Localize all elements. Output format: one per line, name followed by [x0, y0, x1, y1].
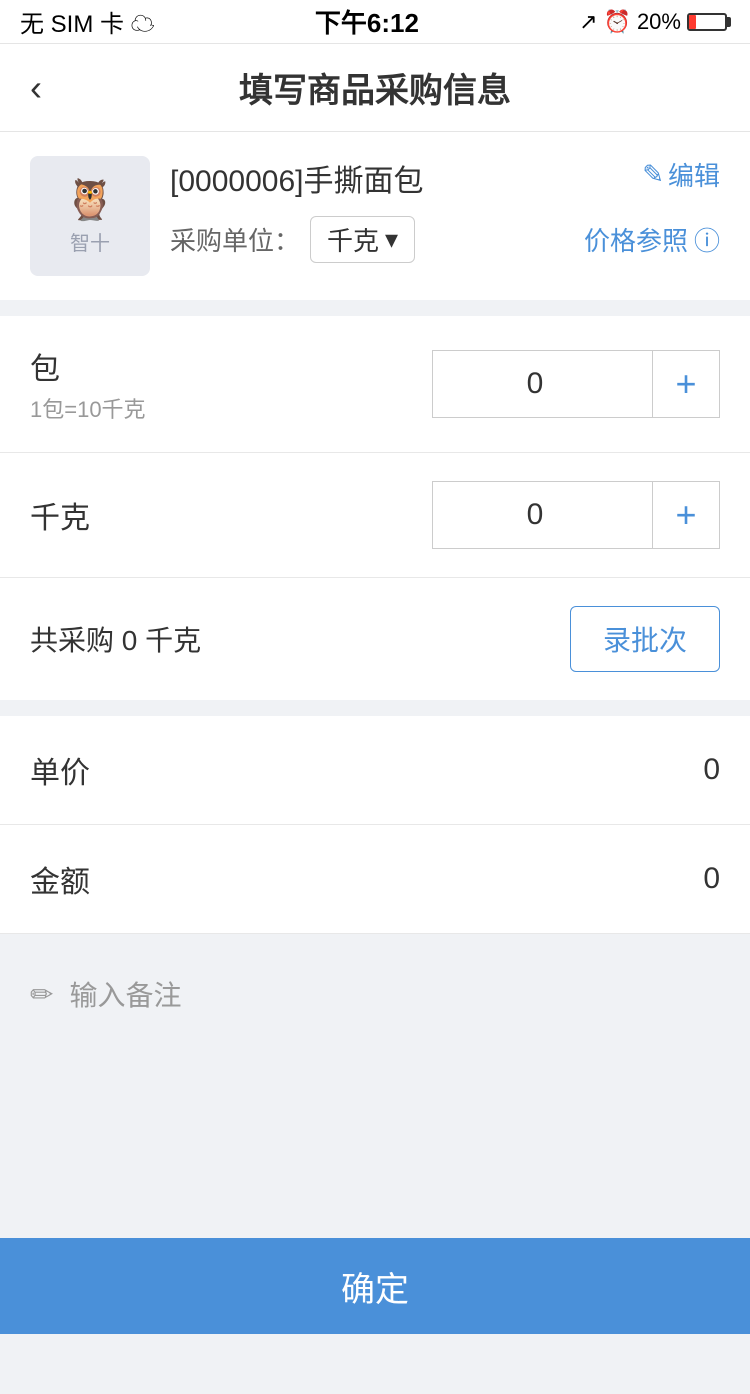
qty-sublabel-bao: 1包=10千克 [30, 392, 210, 424]
price-ref-button[interactable]: 价格参照 ⓘ [584, 221, 720, 258]
price-section: 单价 0 金额 0 [0, 716, 750, 934]
question-icon: ⓘ [694, 221, 720, 258]
amount-label: 金额 [30, 857, 90, 901]
unit-value: 千克 [327, 221, 379, 258]
battery-percent: 20% [637, 9, 681, 35]
edit-label: 编辑 [668, 156, 720, 193]
qty-input-wrap-bao: + [210, 350, 720, 418]
product-header: [0000006]手撕面包 ✎ 编辑 [170, 156, 720, 200]
amount-row: 金额 0 [0, 825, 750, 934]
qty-row-bao: 包 1包=10千克 + [0, 316, 750, 453]
qty-input-bao[interactable] [432, 350, 652, 418]
status-bar: 无 SIM 卡 ☁ 下午6:12 ↗ ⏰ 20% [0, 0, 750, 44]
product-image: 🦉 智十 [30, 156, 150, 276]
edit-icon: ✎ [642, 159, 664, 190]
status-time: 下午6:12 [315, 3, 419, 40]
remark-placeholder: 输入备注 [69, 974, 181, 1014]
alarm-icon: ⏰ [604, 9, 631, 35]
qty-unit-kg: 千克 [30, 493, 210, 537]
edit-button[interactable]: ✎ 编辑 [642, 156, 720, 193]
product-info: [0000006]手撕面包 ✎ 编辑 采购单位： 千克 ▾ 价格参照 ⓘ [170, 156, 720, 263]
unit-price-value: 0 [703, 753, 720, 787]
status-right: ↗ ⏰ 20% [579, 9, 730, 35]
remark-section[interactable]: ✏ 输入备注 [0, 934, 750, 1054]
qty-plus-kg[interactable]: + [652, 481, 720, 549]
brand-label: 智十 [70, 227, 110, 256]
nav-bar: ‹ 填写商品采购信息 [0, 44, 750, 132]
price-ref-label: 价格参照 [584, 221, 688, 258]
divider-2 [0, 708, 750, 716]
qty-label-bao: 包 1包=10千克 [30, 344, 210, 424]
unit-dropdown[interactable]: 千克 ▾ [310, 216, 415, 263]
batch-button[interactable]: 录批次 [570, 606, 720, 672]
back-button[interactable]: ‹ [30, 67, 90, 109]
status-left: 无 SIM 卡 ☁ [20, 4, 155, 39]
product-name: [0000006]手撕面包 [170, 156, 423, 200]
battery-icon [687, 13, 730, 31]
unit-price-row: 单价 0 [0, 716, 750, 825]
qty-label-kg: 千克 [30, 493, 210, 537]
product-card: 🦉 智十 [0000006]手撕面包 ✎ 编辑 采购单位： 千克 ▾ 价格参照 … [0, 132, 750, 308]
location-icon: ↗ [579, 9, 597, 35]
unit-section: 采购单位： 千克 ▾ [170, 216, 415, 263]
sim-status: 无 SIM 卡 ☁ [20, 4, 155, 39]
qty-input-wrap-kg: + [210, 481, 720, 549]
qty-unit-bao: 包 [30, 344, 210, 388]
quantity-section: 包 1包=10千克 + 千克 + [0, 316, 750, 578]
qty-row-kg: 千克 + [0, 453, 750, 578]
amount-value: 0 [703, 862, 720, 896]
summary-text: 共采购 0 千克 [30, 619, 201, 659]
confirm-button[interactable]: 确定 [0, 1238, 750, 1334]
divider-1 [0, 308, 750, 316]
page-title: 填写商品采购信息 [239, 63, 511, 112]
qty-input-kg[interactable] [432, 481, 652, 549]
product-thumbnail-icon: 🦉 [65, 176, 115, 223]
unit-price-label: 单价 [30, 748, 90, 792]
unit-label: 采购单位： [170, 221, 300, 258]
summary-row: 共采购 0 千克 录批次 [0, 578, 750, 708]
qty-plus-bao[interactable]: + [652, 350, 720, 418]
pencil-icon: ✏ [30, 978, 53, 1011]
product-meta: 采购单位： 千克 ▾ 价格参照 ⓘ [170, 216, 720, 263]
dropdown-arrow-icon: ▾ [385, 224, 398, 255]
content-spacer [0, 1054, 750, 1394]
